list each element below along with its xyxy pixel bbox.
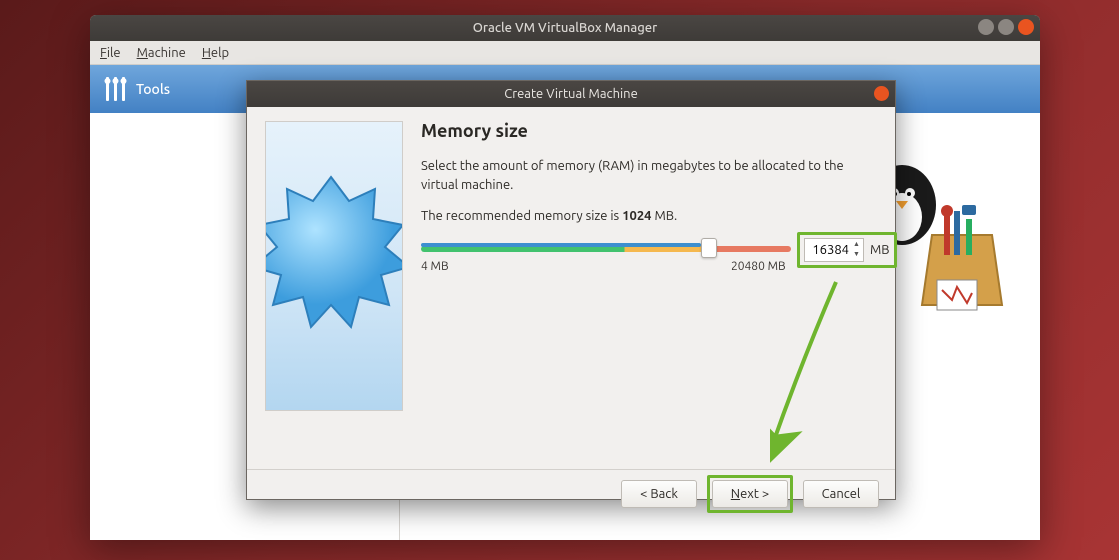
spinbox-arrows[interactable]: ▲ ▼ <box>851 240 862 260</box>
main-window-title: Oracle VM VirtualBox Manager <box>473 21 657 35</box>
memory-spinbox-highlight: 16384 ▲ ▼ MB <box>797 232 897 268</box>
close-icon[interactable] <box>1018 19 1034 35</box>
main-titlebar: Oracle VM VirtualBox Manager <box>90 15 1040 41</box>
next-button-highlight: Next > <box>707 475 793 513</box>
menu-file[interactable]: File <box>100 46 121 60</box>
dialog-body: Memory size Select the amount of memory … <box>247 107 895 469</box>
memory-spinbox[interactable]: 16384 ▲ ▼ <box>804 238 864 262</box>
dialog-recommendation: The recommended memory size is 1024 MB. <box>421 207 877 226</box>
menu-help[interactable]: Help <box>202 46 229 60</box>
dialog-title: Create Virtual Machine <box>504 87 638 101</box>
dialog-close-icon[interactable] <box>874 86 889 101</box>
window-controls <box>978 19 1034 35</box>
memory-slider-fill <box>421 243 701 247</box>
memory-value: 16384 <box>812 243 849 257</box>
spinbox-up-icon[interactable]: ▲ <box>851 240 862 250</box>
slider-min-label: 4 MB <box>421 260 449 273</box>
spinbox-down-icon[interactable]: ▼ <box>851 250 862 260</box>
memory-unit-label: MB <box>870 243 890 257</box>
dialog-description: Select the amount of memory (RAM) in meg… <box>421 157 877 195</box>
cancel-button[interactable]: Cancel <box>803 480 879 508</box>
create-vm-dialog: Create Virtual Machine Memory size Selec… <box>246 80 896 500</box>
dialog-footer: < Back Next > Cancel <box>247 469 895 517</box>
dialog-titlebar: Create Virtual Machine <box>247 81 895 107</box>
wizard-image <box>265 121 403 411</box>
maximize-icon[interactable] <box>998 19 1014 35</box>
menu-machine[interactable]: Machine <box>137 46 186 60</box>
next-button[interactable]: Next > <box>712 480 788 508</box>
menu-bar: File Machine Help <box>90 41 1040 65</box>
tools-label: Tools <box>136 81 170 97</box>
slider-max-label: 20480 MB <box>731 260 786 273</box>
dialog-heading: Memory size <box>421 121 877 141</box>
dialog-content: Memory size Select the amount of memory … <box>403 121 877 455</box>
back-button[interactable]: < Back <box>621 480 697 508</box>
tools-button[interactable]: Tools <box>100 73 170 105</box>
minimize-icon[interactable] <box>978 19 994 35</box>
memory-slider-thumb[interactable] <box>701 238 717 258</box>
memory-slider-area: 4 MB 20480 MB 16384 ▲ ▼ MB <box>421 238 877 294</box>
tools-icon <box>100 73 132 105</box>
